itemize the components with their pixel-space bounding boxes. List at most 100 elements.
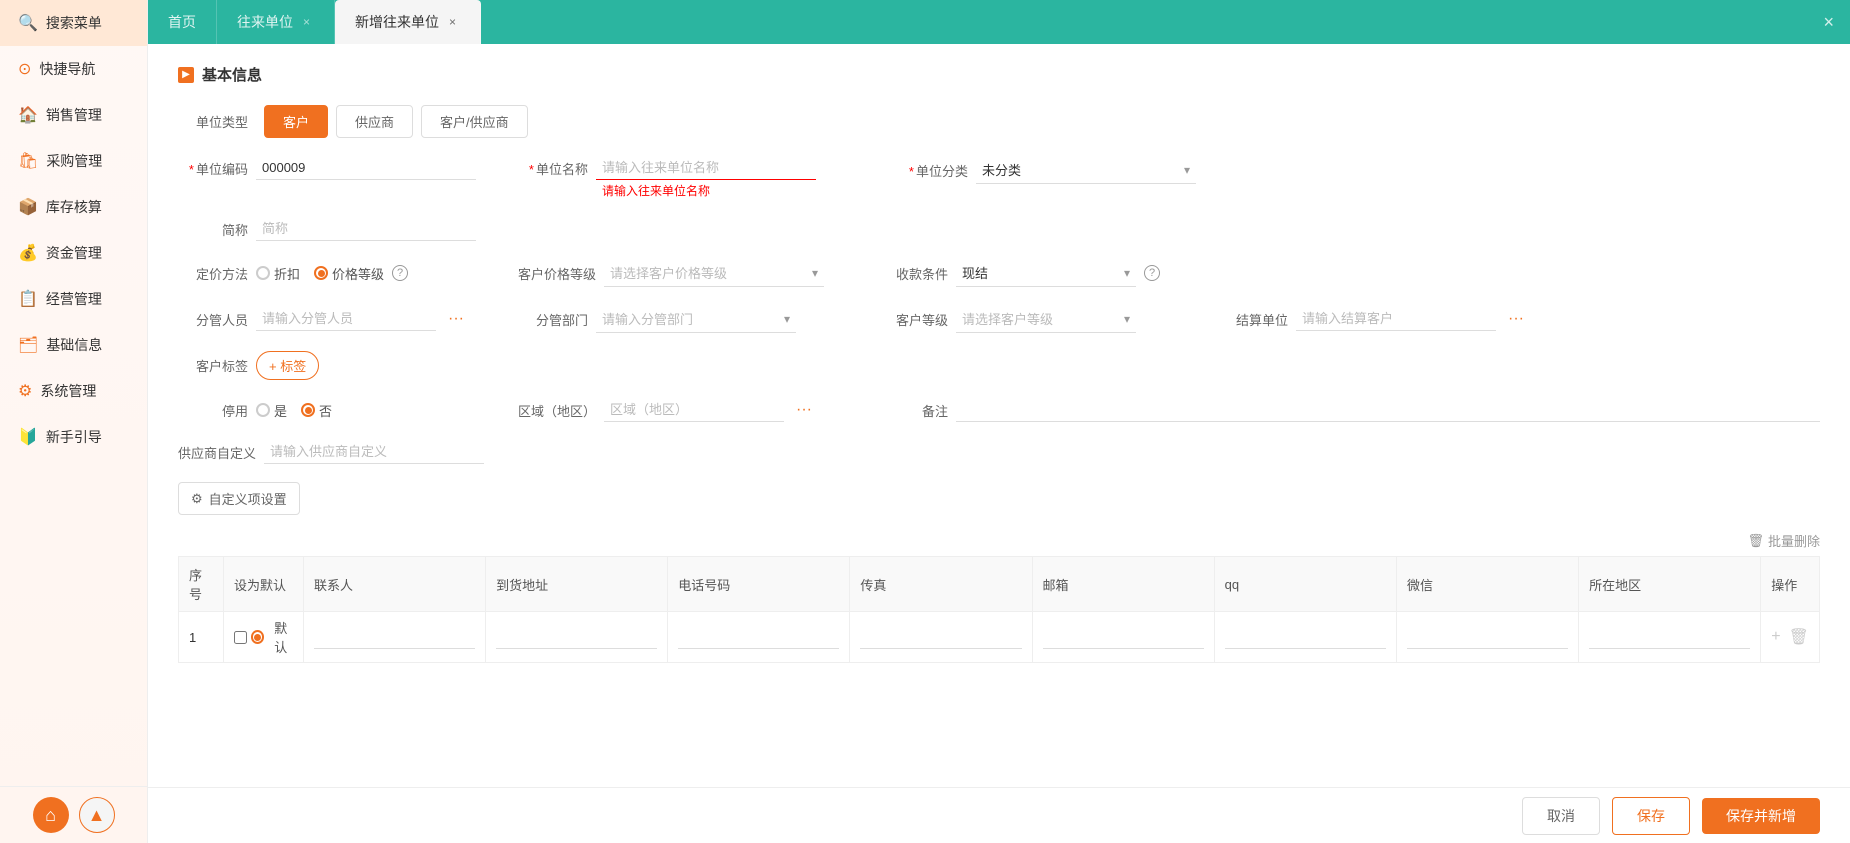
phone-input[interactable] bbox=[678, 625, 839, 649]
unit-name-field: 单位名称 请输入往来单位名称 bbox=[518, 156, 898, 199]
sidebar-item-sales[interactable]: 🏠 销售管理 bbox=[0, 92, 147, 138]
main-area: 首页 往来单位 × 新增往来单位 × × ▶ 基本信息 单位类型 客户 供应商 … bbox=[148, 0, 1850, 843]
row-delete-btn[interactable]: 🗑 bbox=[1789, 627, 1809, 647]
sales-icon: 🏠 bbox=[18, 105, 38, 125]
contact-table: 序号 设为默认 联系人 到货地址 电话号码 传真 邮箱 qq 微信 所在地区 操… bbox=[178, 556, 1820, 663]
quick-nav-icon: ⊙ bbox=[18, 59, 31, 79]
col-qq: qq bbox=[1214, 557, 1396, 612]
sidebar-item-quick-nav[interactable]: ⊙ 快捷导航 bbox=[0, 46, 147, 92]
operations-icon: 📋 bbox=[18, 289, 38, 309]
contact-input[interactable] bbox=[314, 625, 475, 649]
default-radio[interactable]: 默认 bbox=[251, 618, 293, 656]
pricing-discount[interactable]: 折扣 bbox=[256, 264, 300, 283]
manager-more-btn[interactable]: ··· bbox=[444, 310, 468, 328]
tab-partner[interactable]: 往来单位 × bbox=[217, 0, 335, 44]
department-select[interactable]: 请输入分管部门 ▾ bbox=[596, 305, 796, 333]
settlement-field: 结算单位 ··· bbox=[1218, 307, 1578, 331]
add-tag-btn[interactable]: + 标签 bbox=[256, 351, 319, 380]
manager-input[interactable] bbox=[256, 307, 436, 331]
cell-contact bbox=[304, 612, 486, 663]
window-close-btn[interactable]: × bbox=[1807, 12, 1850, 33]
save-button[interactable]: 保存 bbox=[1612, 797, 1690, 835]
settlement-more-btn[interactable]: ··· bbox=[1504, 310, 1528, 328]
pricing-label: 定价方法 bbox=[178, 264, 248, 283]
unit-name-input[interactable] bbox=[596, 156, 816, 180]
save-new-button[interactable]: 保存并新增 bbox=[1702, 798, 1820, 834]
cancel-button[interactable]: 取消 bbox=[1522, 797, 1600, 835]
department-field: 分管部门 请输入分管部门 ▾ bbox=[518, 305, 878, 333]
tab-new-partner-close[interactable]: × bbox=[445, 13, 460, 31]
manager-label: 分管人员 bbox=[178, 310, 248, 329]
remarks-input[interactable] bbox=[956, 398, 1820, 422]
sidebar-item-label: 搜索菜单 bbox=[46, 13, 102, 33]
supplier-custom-field: 供应商自定义 bbox=[178, 440, 518, 464]
unit-name-error: 请输入往来单位名称 bbox=[602, 184, 710, 198]
short-name-field: 简称 bbox=[178, 217, 518, 241]
remarks-label: 备注 bbox=[878, 401, 948, 420]
cell-seq: 1 bbox=[179, 612, 224, 663]
unit-code-input[interactable] bbox=[256, 156, 476, 180]
payment-terms-field: 收款条件 现结 ▾ ? bbox=[878, 259, 1278, 287]
customer-level-chevron: ▾ bbox=[1124, 312, 1130, 326]
unit-category-field: 单位分类 未分类 ▾ bbox=[898, 156, 1258, 184]
sidebar-item-operations[interactable]: 📋 经营管理 bbox=[0, 276, 147, 322]
customer-price-level-placeholder: 请选择客户价格等级 bbox=[610, 263, 808, 282]
batch-delete-btn[interactable]: 🗑 批量删除 bbox=[1747, 531, 1820, 550]
supplier-custom-row: 供应商自定义 bbox=[178, 440, 1820, 464]
row-region-input[interactable] bbox=[1589, 625, 1750, 649]
col-contact: 联系人 bbox=[304, 557, 486, 612]
disabled-no[interactable]: 否 bbox=[301, 401, 332, 420]
fax-input[interactable] bbox=[860, 625, 1021, 649]
email-input[interactable] bbox=[1043, 625, 1204, 649]
region-more-btn[interactable]: ··· bbox=[792, 401, 816, 419]
row-add-btn[interactable]: + bbox=[1771, 628, 1780, 646]
customer-level-select[interactable]: 请选择客户等级 ▾ bbox=[956, 305, 1136, 333]
default-checkbox[interactable] bbox=[234, 631, 247, 644]
tab-home[interactable]: 首页 bbox=[148, 0, 217, 44]
pricing-row: 定价方法 折扣 价格等级 ? 客户价格等级 请选择客户价格等级 bbox=[178, 259, 1820, 287]
qq-input[interactable] bbox=[1225, 625, 1386, 649]
sidebar-item-system[interactable]: ⚙ 系统管理 bbox=[0, 368, 147, 414]
unit-category-select[interactable]: 未分类 ▾ bbox=[976, 156, 1196, 184]
region-input[interactable] bbox=[604, 398, 784, 422]
sidebar-item-basic-info[interactable]: 🗂 基础信息 bbox=[0, 322, 147, 368]
sidebar-expand-btn[interactable]: ▲ bbox=[79, 797, 115, 833]
sidebar-home-btn[interactable]: ⌂ bbox=[33, 797, 69, 833]
sidebar-item-purchase[interactable]: 🛍 采购管理 bbox=[0, 138, 147, 184]
search-icon: 🔍 bbox=[18, 13, 38, 33]
pricing-help-icon[interactable]: ? bbox=[392, 265, 408, 281]
address-input[interactable] bbox=[496, 625, 657, 649]
customer-level-label: 客户等级 bbox=[878, 310, 948, 329]
unit-type-supplier-btn[interactable]: 供应商 bbox=[336, 105, 413, 138]
finance-icon: 💰 bbox=[18, 243, 38, 263]
tags-field: 客户标签 + 标签 bbox=[178, 351, 1820, 380]
pricing-price-level[interactable]: 价格等级 bbox=[314, 264, 384, 283]
wechat-input[interactable] bbox=[1407, 625, 1568, 649]
sidebar-item-label: 新手引导 bbox=[46, 427, 102, 447]
department-placeholder: 请输入分管部门 bbox=[602, 309, 780, 328]
supplier-custom-input[interactable] bbox=[264, 440, 484, 464]
pricing-price-level-label: 价格等级 bbox=[332, 264, 384, 283]
inventory-icon: 📦 bbox=[18, 197, 38, 217]
customer-price-level-select[interactable]: 请选择客户价格等级 ▾ bbox=[604, 259, 824, 287]
tab-partner-close[interactable]: × bbox=[299, 13, 314, 31]
sidebar-item-finance[interactable]: 💰 资金管理 bbox=[0, 230, 147, 276]
disabled-yes[interactable]: 是 bbox=[256, 401, 287, 420]
tab-partner-label: 往来单位 bbox=[237, 12, 293, 32]
manager-field: 分管人员 ··· bbox=[178, 307, 518, 331]
sidebar-item-inventory[interactable]: 📦 库存核算 bbox=[0, 184, 147, 230]
settlement-input[interactable] bbox=[1296, 307, 1496, 331]
payment-terms-help-icon[interactable]: ? bbox=[1144, 265, 1160, 281]
disabled-yes-radio bbox=[256, 403, 270, 417]
cell-default: 默认 bbox=[224, 612, 304, 663]
custom-settings-btn[interactable]: ⚙ 自定义项设置 bbox=[178, 482, 300, 515]
unit-type-customer-btn[interactable]: 客户 bbox=[264, 105, 328, 138]
cell-address bbox=[486, 612, 668, 663]
short-name-input[interactable] bbox=[256, 217, 476, 241]
payment-terms-select[interactable]: 现结 ▾ bbox=[956, 259, 1136, 287]
tab-new-partner[interactable]: 新增往来单位 × bbox=[335, 0, 481, 44]
sidebar-item-search[interactable]: 🔍 搜索菜单 bbox=[0, 0, 147, 46]
sidebar-item-guide[interactable]: 🔰 新手引导 bbox=[0, 414, 147, 460]
basic-info-section-header: ▶ 基本信息 bbox=[178, 64, 1820, 85]
unit-type-both-btn[interactable]: 客户/供应商 bbox=[421, 105, 528, 138]
